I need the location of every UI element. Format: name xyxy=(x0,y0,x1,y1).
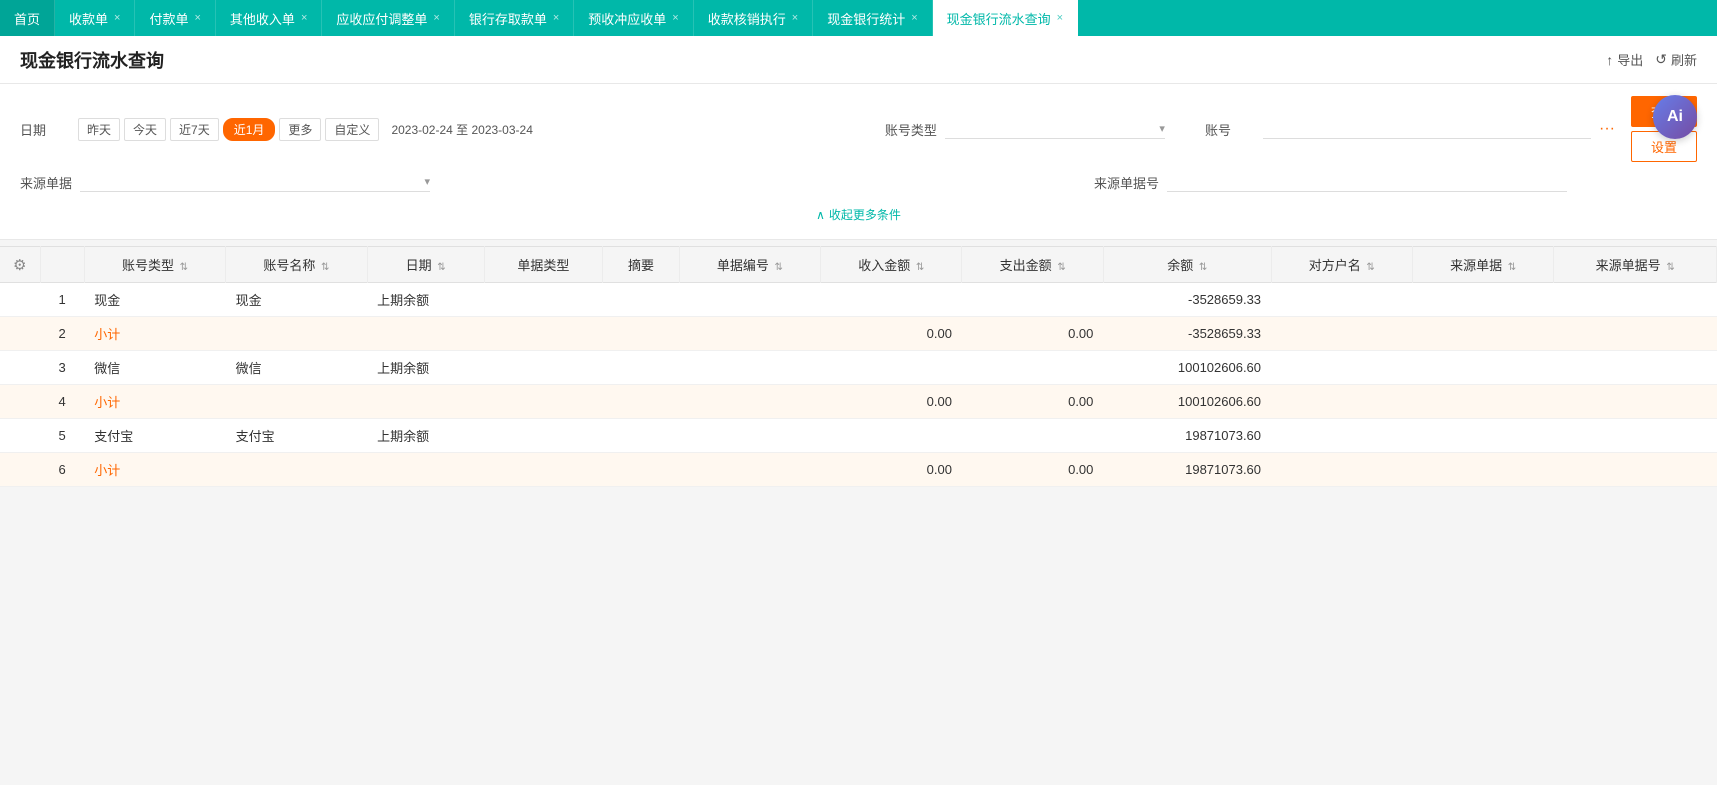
sort-doc-no-icon[interactable]: ⇅ xyxy=(774,262,782,273)
table-row[interactable]: 2小计0.000.00-3528659.33 xyxy=(0,317,1717,351)
source-doc-no-input[interactable] xyxy=(1167,172,1567,191)
date-btn-7days[interactable]: 近7天 xyxy=(170,118,219,141)
account-no-wrapper: ··· xyxy=(1263,119,1615,139)
date-btn-yesterday[interactable]: 昨天 xyxy=(78,118,120,141)
table-row[interactable]: 6小计0.000.0019871073.60 xyxy=(0,453,1717,487)
col-doc-type: 单据类型 xyxy=(484,247,603,283)
collapse-bar[interactable]: ∧ 收起更多条件 xyxy=(20,202,1697,231)
col-income[interactable]: 收入金额 ⇅ xyxy=(821,247,962,283)
sort-expense-icon[interactable]: ⇅ xyxy=(1057,262,1065,273)
source-doc-select-wrapper: ▾ xyxy=(80,172,430,192)
sort-account-name-icon[interactable]: ⇅ xyxy=(321,262,329,273)
date-btn-more[interactable]: 更多 xyxy=(279,118,321,141)
nav-advance-offset-close[interactable]: × xyxy=(672,12,678,24)
nav-cash-bank-stat-close[interactable]: × xyxy=(911,12,917,24)
table-row[interactable]: 5支付宝支付宝上期余额19871073.60 xyxy=(0,419,1717,453)
account-input[interactable] xyxy=(1263,119,1591,138)
col-counterpart[interactable]: 对方户名 ⇅ xyxy=(1271,247,1412,283)
table-body: 1现金现金上期余额-3528659.332小计0.000.00-3528659.… xyxy=(0,283,1717,487)
nav-bank-deposit-close[interactable]: × xyxy=(553,12,559,24)
nav-ar-ap-adjust-close[interactable]: × xyxy=(433,12,439,24)
date-range: 2023-02-24 至 2023-03-24 xyxy=(391,121,532,138)
nav-other-income[interactable]: 其他收入单 × xyxy=(216,0,322,36)
ai-assistant-badge[interactable]: Ai xyxy=(1653,95,1697,139)
top-nav: 首页 收款单 × 付款单 × 其他收入单 × 应收应付调整单 × 银行存取款单 … xyxy=(0,0,1717,36)
date-options: 昨天 今天 近7天 近1月 更多 自定义 2023-02-24 至 2023-0… xyxy=(78,118,533,141)
col-balance[interactable]: 余额 ⇅ xyxy=(1103,247,1271,283)
nav-bank-deposit[interactable]: 银行存取款单 × xyxy=(455,0,574,36)
sort-source-doc-no-icon[interactable]: ⇅ xyxy=(1666,262,1674,273)
table-row[interactable]: 3微信微信上期余额100102606.60 xyxy=(0,351,1717,385)
account-dots-icon[interactable]: ··· xyxy=(1599,120,1615,138)
col-account-name[interactable]: 账号名称 ⇅ xyxy=(226,247,367,283)
nav-other-income-close[interactable]: × xyxy=(301,12,307,24)
date-btn-today[interactable]: 今天 xyxy=(124,118,166,141)
nav-cash-bank-flow[interactable]: 现金银行流水查询 × xyxy=(933,0,1078,36)
filter-row-1: 日期 昨天 今天 近7天 近1月 更多 自定义 2023-02-24 至 202… xyxy=(20,96,1697,162)
export-icon: ↑ xyxy=(1606,52,1613,68)
account-label: 账号 xyxy=(1205,120,1255,139)
export-button[interactable]: ↑ 导出 xyxy=(1606,50,1643,69)
table-row[interactable]: 4小计0.000.00100102606.60 xyxy=(0,385,1717,419)
collapse-icon: ∧ xyxy=(816,208,825,222)
account-type-label: 账号类型 xyxy=(885,120,937,139)
sort-date-icon[interactable]: ⇅ xyxy=(437,262,445,273)
account-type-input[interactable] xyxy=(945,119,1159,138)
header-actions: ↑ 导出 ↺ 刷新 xyxy=(1606,50,1697,69)
col-no xyxy=(40,247,84,283)
refresh-icon: ↺ xyxy=(1655,51,1667,68)
source-doc-no-wrapper xyxy=(1167,172,1567,192)
sort-balance-icon[interactable]: ⇅ xyxy=(1199,262,1207,273)
nav-advance-offset[interactable]: 预收冲应收单 × xyxy=(574,0,693,36)
date-btn-custom[interactable]: 自定义 xyxy=(325,118,379,141)
col-setting: ⚙ xyxy=(0,247,40,283)
table-row[interactable]: 1现金现金上期余额-3528659.33 xyxy=(0,283,1717,317)
table-container: ⚙ 账号类型 ⇅ 账号名称 ⇅ 日期 ⇅ 单据类型 摘要 单据编号 xyxy=(0,246,1717,487)
gear-icon[interactable]: ⚙ xyxy=(13,257,26,274)
source-doc-label: 来源单据 xyxy=(20,173,72,192)
page-header: 现金银行流水查询 ↑ 导出 ↺ 刷新 xyxy=(0,36,1717,84)
source-doc-no-label: 来源单据号 xyxy=(1094,173,1159,192)
nav-payment[interactable]: 付款单 × xyxy=(135,0,215,36)
sort-account-type-icon[interactable]: ⇅ xyxy=(180,262,188,273)
col-summary: 摘要 xyxy=(603,247,679,283)
sort-source-doc-icon[interactable]: ⇅ xyxy=(1508,262,1516,273)
date-btn-1month[interactable]: 近1月 xyxy=(223,118,276,141)
refresh-button[interactable]: ↺ 刷新 xyxy=(1655,50,1697,69)
nav-receipt-close[interactable]: × xyxy=(114,12,120,24)
col-doc-no[interactable]: 单据编号 ⇅ xyxy=(679,247,820,283)
filter-row-2: 来源单据 ▾ 来源单据号 xyxy=(20,172,1697,192)
nav-payment-close[interactable]: × xyxy=(194,12,200,24)
data-table: ⚙ 账号类型 ⇅ 账号名称 ⇅ 日期 ⇅ 单据类型 摘要 单据编号 xyxy=(0,246,1717,487)
col-source-doc[interactable]: 来源单据 ⇅ xyxy=(1412,247,1553,283)
date-label: 日期 xyxy=(20,120,70,139)
nav-collection-exec-close[interactable]: × xyxy=(792,12,798,24)
page-title: 现金银行流水查询 xyxy=(20,47,164,73)
filter-area: 日期 昨天 今天 近7天 近1月 更多 自定义 2023-02-24 至 202… xyxy=(0,84,1717,240)
nav-cash-bank-stat[interactable]: 现金银行统计 × xyxy=(813,0,932,36)
account-type-select-wrapper: ▾ xyxy=(945,119,1165,139)
account-type-chevron[interactable]: ▾ xyxy=(1159,122,1165,135)
nav-home[interactable]: 首页 xyxy=(0,0,55,36)
nav-cash-bank-flow-close[interactable]: × xyxy=(1057,12,1063,24)
nav-receipt[interactable]: 收款单 × xyxy=(55,0,135,36)
sort-counterpart-icon[interactable]: ⇅ xyxy=(1366,262,1374,273)
nav-ar-ap-adjust[interactable]: 应收应付调整单 × xyxy=(322,0,454,36)
col-expense[interactable]: 支出金额 ⇅ xyxy=(962,247,1103,283)
collapse-label: 收起更多条件 xyxy=(829,206,901,223)
source-doc-input[interactable] xyxy=(80,172,424,191)
nav-collection-exec[interactable]: 收款核销执行 × xyxy=(694,0,813,36)
sort-income-icon[interactable]: ⇅ xyxy=(916,262,924,273)
source-doc-chevron[interactable]: ▾ xyxy=(424,175,430,188)
col-account-type[interactable]: 账号类型 ⇅ xyxy=(84,247,225,283)
table-header-row: ⚙ 账号类型 ⇅ 账号名称 ⇅ 日期 ⇅ 单据类型 摘要 单据编号 xyxy=(0,247,1717,283)
col-date[interactable]: 日期 ⇅ xyxy=(367,247,484,283)
col-source-doc-no[interactable]: 来源单据号 ⇅ xyxy=(1554,247,1717,283)
